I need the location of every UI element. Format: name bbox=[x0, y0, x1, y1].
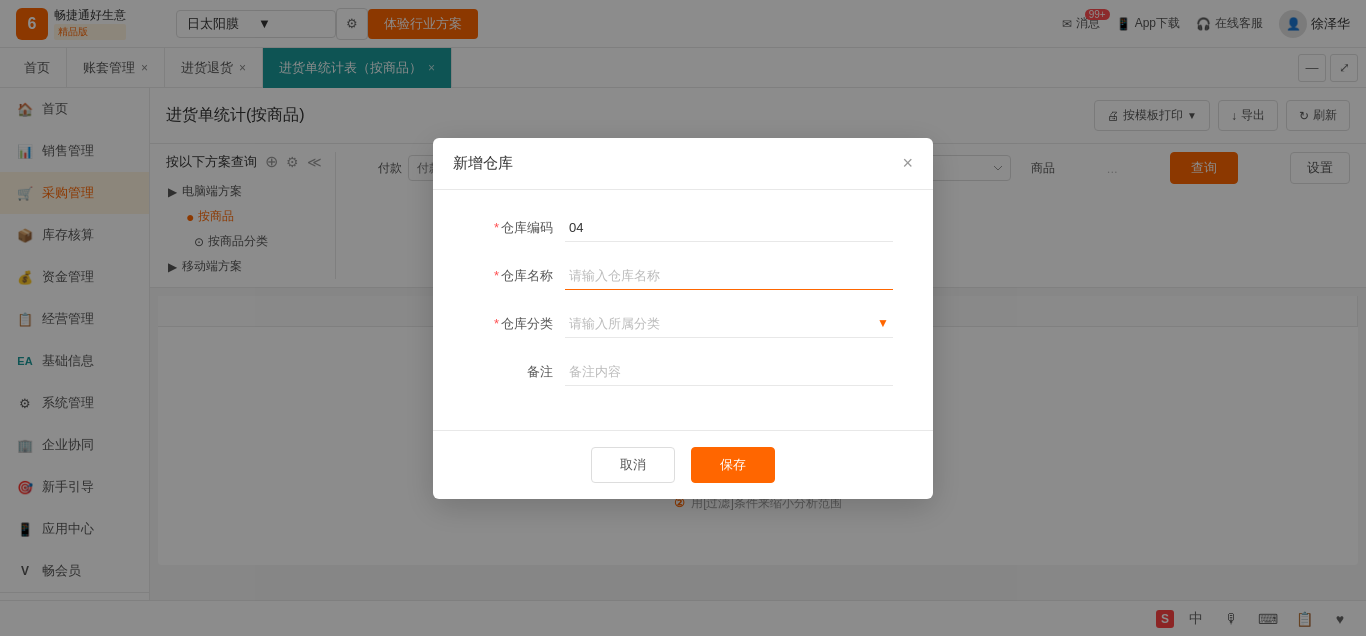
code-field bbox=[565, 214, 893, 242]
note-field bbox=[565, 358, 893, 386]
modal-overlay[interactable]: 新增仓库 × 仓库编码 仓库名称 仓库分类 bbox=[0, 0, 1366, 636]
category-select-wrapper: 请输入所属分类 ▼ bbox=[565, 310, 893, 338]
note-label: 备注 bbox=[473, 363, 553, 381]
dialog-header: 新增仓库 × bbox=[433, 138, 933, 190]
dialog-title: 新增仓库 bbox=[453, 154, 513, 173]
form-row-code: 仓库编码 bbox=[473, 214, 893, 242]
code-input[interactable] bbox=[565, 214, 893, 242]
cancel-button[interactable]: 取消 bbox=[591, 447, 675, 483]
name-field bbox=[565, 262, 893, 290]
save-button[interactable]: 保存 bbox=[691, 447, 775, 483]
dialog-footer: 取消 保存 bbox=[433, 430, 933, 499]
new-warehouse-dialog: 新增仓库 × 仓库编码 仓库名称 仓库分类 bbox=[433, 138, 933, 499]
category-label: 仓库分类 bbox=[473, 315, 553, 333]
name-input[interactable] bbox=[565, 262, 893, 290]
category-chevron-icon: ▼ bbox=[877, 316, 889, 330]
category-field: 请输入所属分类 ▼ bbox=[565, 310, 893, 338]
dialog-close-button[interactable]: × bbox=[902, 154, 913, 172]
note-input[interactable] bbox=[565, 358, 893, 386]
dialog-body: 仓库编码 仓库名称 仓库分类 请输入所属分类 bbox=[433, 190, 933, 430]
form-row-note: 备注 bbox=[473, 358, 893, 386]
form-row-name: 仓库名称 bbox=[473, 262, 893, 290]
form-row-category: 仓库分类 请输入所属分类 ▼ bbox=[473, 310, 893, 338]
name-label: 仓库名称 bbox=[473, 267, 553, 285]
code-label: 仓库编码 bbox=[473, 219, 553, 237]
category-select[interactable]: 请输入所属分类 bbox=[569, 316, 877, 331]
